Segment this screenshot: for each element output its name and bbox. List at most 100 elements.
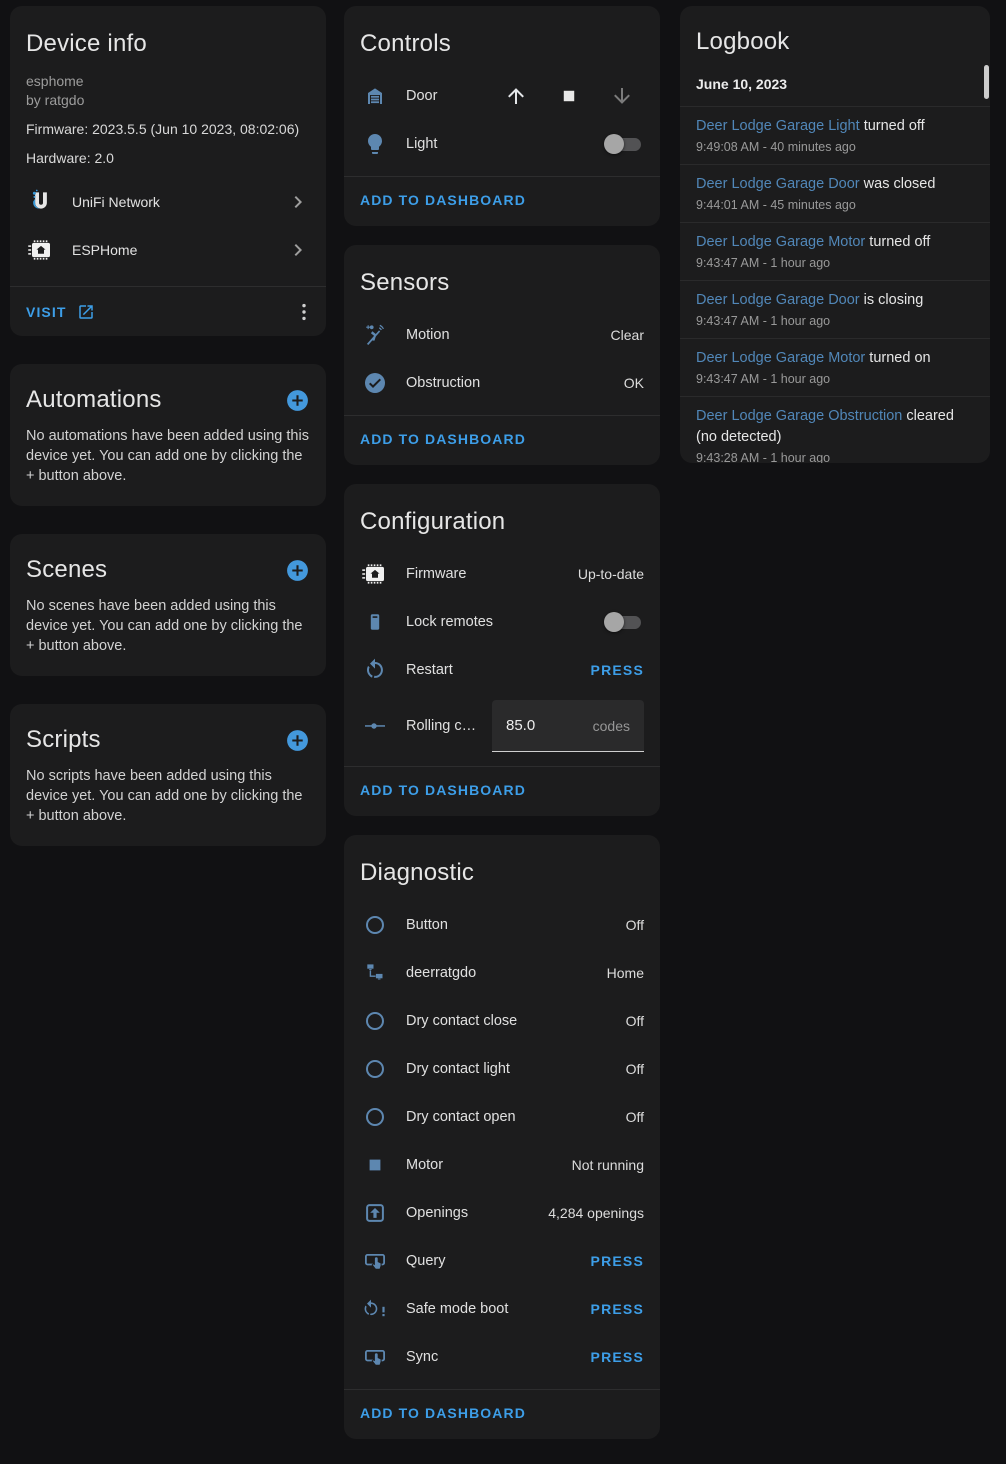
logbook-entity-link[interactable]: Deer Lodge Garage Motor	[696, 234, 865, 250]
logbook-entity-link[interactable]: Deer Lodge Garage Obstruction	[696, 408, 902, 424]
restart-press-button[interactable]: PRESS	[591, 662, 644, 678]
integration-row-esphome[interactable]: ESPHome	[26, 226, 310, 274]
card-title: Scenes	[26, 556, 108, 583]
empty-state-text: No scenes have been added using this dev…	[26, 598, 303, 654]
rolling-code-counter-input[interactable]: 85.0 codes	[492, 700, 644, 752]
state-value: Off	[625, 1109, 644, 1125]
logbook-event: turned on	[869, 350, 931, 366]
entity-row-lock-remotes: Lock remotes	[360, 598, 644, 646]
logbook-message: Deer Lodge Garage Obstruction cleared (n…	[696, 406, 974, 448]
circle-outline-icon	[360, 913, 390, 937]
logbook-event: was closed	[863, 176, 936, 192]
entity-name: Firmware	[406, 566, 467, 582]
device-info-card: Device info esphome by ratgdo Firmware: …	[10, 6, 326, 336]
sensors-card: Sensors Motion Clear Obstruction OK ADD TO DA…	[344, 245, 660, 465]
number-unit: codes	[592, 717, 630, 734]
card-title: Configuration	[360, 508, 506, 535]
add-to-dashboard-button[interactable]: ADD TO DASHBOARD	[360, 782, 526, 798]
add-to-dashboard-button[interactable]: ADD TO DASHBOARD	[360, 1405, 526, 1421]
logbook-entity-link[interactable]: Deer Lodge Garage Motor	[696, 350, 865, 366]
logbook-message: Deer Lodge Garage Door is closing	[696, 290, 974, 311]
logbook-entry: Deer Lodge Garage Motor turned off 9:43:4…	[680, 222, 990, 280]
logbook-date-header: June 10, 2023	[696, 76, 788, 92]
circle-outline-icon	[360, 1105, 390, 1129]
overflow-menu-button[interactable]	[292, 300, 316, 324]
restart-alert-icon	[360, 1297, 390, 1321]
device-info-title: Device info	[26, 30, 147, 57]
column-left: Device info esphome by ratgdo Firmware: …	[10, 6, 326, 874]
device-hardware-version: Hardware: 2.0	[26, 150, 114, 166]
logbook-entry: Deer Lodge Garage Motor turned on 9:43:47…	[680, 338, 990, 396]
visit-label: VISIT	[26, 303, 67, 320]
automations-card: Automations No automations have been adde…	[10, 364, 326, 506]
add-scenes-button[interactable]	[285, 558, 310, 583]
cover-open-button[interactable]	[508, 84, 536, 108]
entity-row-light: Light	[360, 120, 644, 168]
logbook-timestamp: 9:49:08 AM - 40 minutes ago	[696, 140, 856, 154]
logbook-scrollbar[interactable]	[984, 65, 989, 99]
openings-icon	[360, 1201, 390, 1225]
arrow-up-icon	[501, 84, 531, 108]
device-info-actions: VISIT	[10, 286, 326, 336]
state-value: Clear	[610, 327, 644, 343]
logbook-event: turned off	[863, 118, 925, 134]
logbook-timestamp: 9:43:47 AM - 1 hour ago	[696, 256, 831, 270]
entity-row-motion: Motion Clear	[360, 311, 644, 359]
logbook-entity-link[interactable]: Deer Lodge Garage Door	[696, 292, 860, 308]
logbook-entity-link[interactable]: Deer Lodge Garage Light	[696, 118, 860, 134]
entity-rows: Motion Clear Obstruction OK	[344, 311, 660, 415]
logbook-event: turned off	[869, 234, 931, 250]
add-automations-button[interactable]	[285, 388, 310, 413]
entity-row-query: Query PRESS	[360, 1237, 644, 1285]
unifi-logo-icon	[26, 187, 56, 217]
column-right: Logbook June 10, 2023 Deer Lodge Garage …	[680, 6, 990, 463]
logbook-card: Logbook June 10, 2023 Deer Lodge Garage …	[680, 6, 990, 463]
integration-row-unifi-network[interactable]: UniFi Network	[26, 178, 310, 226]
empty-state-text: No automations have been added using thi…	[26, 428, 309, 484]
card-header: Scripts	[10, 704, 326, 766]
device-info-body: esphome by ratgdo Firmware: 2023.5.5 (Ju…	[10, 72, 326, 274]
add-to-dashboard-button[interactable]: ADD TO DASHBOARD	[360, 192, 526, 208]
entity-row-motor: Motor Not running	[360, 1141, 644, 1189]
logbook-message: Deer Lodge Garage Door was closed	[696, 174, 974, 195]
device-manufacturer: esphome	[26, 73, 84, 89]
state-value: Up-to-date	[577, 566, 644, 582]
integration-list: UniFi Network ESPHome	[26, 178, 310, 274]
logbook-timestamp: 9:43:28 AM - 1 hour ago	[696, 451, 831, 463]
cover-stop-button[interactable]	[563, 84, 589, 108]
restart-icon	[360, 658, 390, 682]
state-value: Off	[625, 917, 644, 933]
add-to-dashboard-button[interactable]: ADD TO DASHBOARD	[360, 431, 526, 447]
logbook-message: Deer Lodge Garage Motor turned off	[696, 232, 974, 253]
lock-remotes-toggle[interactable]	[604, 612, 641, 632]
device-model: by ratgdo	[26, 92, 85, 108]
entity-name: Door	[406, 88, 438, 104]
query-press-button[interactable]: PRESS	[591, 1253, 644, 1269]
sync-press-button[interactable]: PRESS	[591, 1349, 644, 1365]
tap-button-icon	[360, 1249, 390, 1273]
visit-button[interactable]: VISIT	[26, 303, 95, 321]
state-value: 4,284 openings	[548, 1205, 644, 1221]
configuration-card: Configuration Firmware Up-to-date Lock remo…	[344, 484, 660, 816]
entity-name: Lock remotes	[406, 614, 494, 630]
remote-icon	[360, 610, 390, 634]
entity-name: Rolling code counter	[406, 718, 480, 734]
state-value: OK	[623, 375, 644, 391]
cover-close-button[interactable]	[614, 84, 642, 108]
light-toggle[interactable]	[604, 134, 641, 154]
logbook-entity-link[interactable]: Deer Lodge Garage Door	[696, 176, 860, 192]
logbook-message: Deer Lodge Garage Motor turned on	[696, 348, 974, 369]
entity-name: Query	[406, 1253, 446, 1269]
lightbulb-icon	[360, 132, 390, 156]
entity-name: Motion	[406, 327, 450, 343]
logbook-entry: Deer Lodge Garage Door was closed 9:44:01…	[680, 164, 990, 222]
safe-mode-boot-press-button[interactable]: PRESS	[591, 1301, 644, 1317]
add-scripts-button[interactable]	[285, 728, 310, 753]
card-title: Controls	[360, 30, 451, 57]
entity-row-firmware: Firmware Up-to-date	[360, 550, 644, 598]
entity-name: deerratgdo	[406, 965, 477, 981]
entity-name: Button	[406, 917, 448, 933]
lan-icon	[360, 961, 390, 985]
controls-card: Controls Door Light ADD TO DASHBOARD	[344, 6, 660, 226]
circle-outline-icon	[360, 1057, 390, 1081]
